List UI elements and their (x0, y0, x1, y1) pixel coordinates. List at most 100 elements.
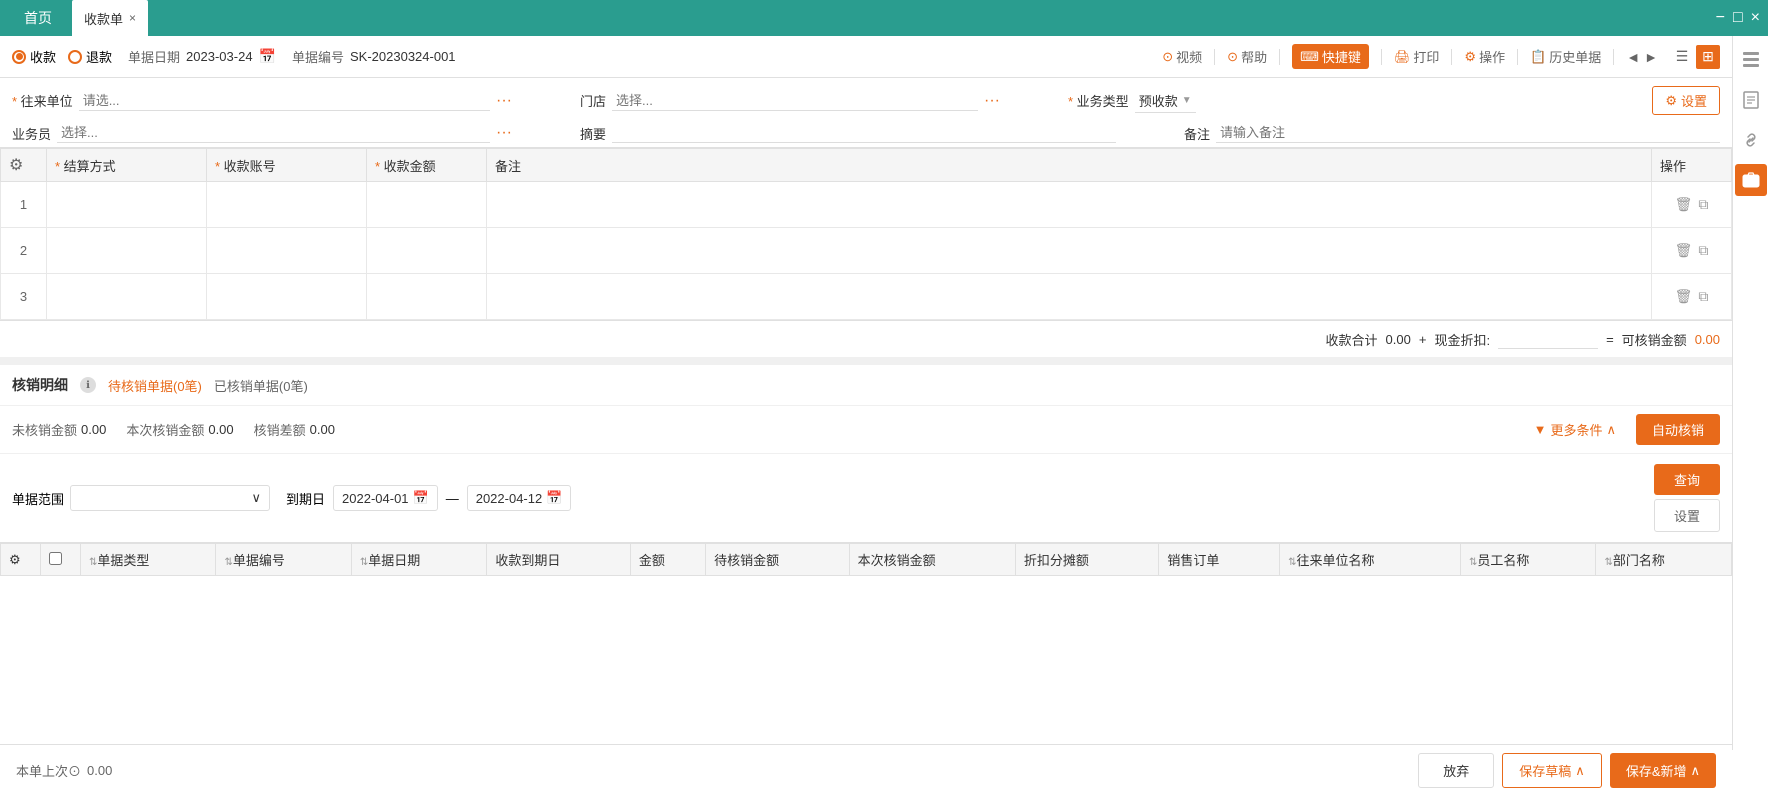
row-1-actions: 🗑 ⧉ (1652, 182, 1732, 228)
save-new-btn[interactable]: 保存&新增 ∧ (1610, 753, 1716, 788)
calendar-icon[interactable]: 📅 (259, 48, 276, 65)
tab-receipt[interactable]: 收款单 × (72, 0, 148, 36)
row-1-account[interactable] (207, 182, 367, 228)
window-close[interactable]: × (1751, 9, 1760, 27)
row-3-amount[interactable] (367, 274, 487, 320)
pending-tab[interactable]: 待核销单据(0笔) (108, 376, 202, 395)
row-3-settlement[interactable] (47, 274, 207, 320)
bottom-col-gear[interactable]: ⚙ (1, 544, 41, 576)
video-btn[interactable]: ⊙ 视频 (1162, 47, 1202, 66)
row-2-delete-icon[interactable]: 🗑 (1675, 242, 1693, 259)
toolbar-right: ⊙ 视频 ⊙ 帮助 ⌨ 快捷键 🖨 打印 (1162, 44, 1720, 69)
current-amount-value: 0.00 (208, 422, 233, 437)
col-settlement-header: * 结算方式 (47, 149, 207, 182)
window-maximize[interactable]: □ (1733, 9, 1743, 27)
form-area: * 往来单位 ··· 门店 ··· * 业务类型 (0, 78, 1732, 148)
shop-input[interactable] (612, 91, 978, 111)
grid-view-btn[interactable]: ⊞ (1696, 45, 1720, 69)
partner-input[interactable] (79, 91, 490, 111)
main-content: 收款 退款 单据日期 2023-03-24 📅 单据编号 SK-20230324… (0, 36, 1768, 796)
date-to-value: 2022-04-12 (476, 491, 543, 506)
select-all-checkbox[interactable] (49, 552, 62, 565)
table-row: 2 🗑 ⧉ (1, 228, 1732, 274)
col-action-header: 操作 (1652, 149, 1732, 182)
footer: 本单上次⊙ 0.00 放弃 保存草稿 ∧ 保存&新增 ∧ (0, 744, 1732, 796)
range-select[interactable]: ∨ (70, 485, 270, 511)
tab-close-icon[interactable]: × (129, 11, 136, 25)
print-btn[interactable]: 🖨 打印 (1394, 47, 1440, 66)
row-3-copy-icon[interactable]: ⧉ (1698, 288, 1708, 305)
shop-more-icon[interactable]: ··· (984, 92, 1000, 110)
sidebar-icon-table[interactable] (1735, 44, 1767, 76)
row-2-amount[interactable] (367, 228, 487, 274)
writeoff-settings-btn[interactable]: 设置 (1654, 499, 1720, 532)
remark-input[interactable] (1216, 123, 1720, 143)
video-icon: ⊙ (1162, 49, 1173, 65)
row-1-amount[interactable] (367, 182, 487, 228)
row-2-account[interactable] (207, 228, 367, 274)
row-3-delete-icon[interactable]: 🗑 (1675, 288, 1693, 305)
date-from-input[interactable]: 2022-04-01 📅 (333, 485, 438, 511)
nav-prev-btn[interactable]: ◄ (1626, 49, 1640, 65)
date-to-input[interactable]: 2022-04-12 📅 (467, 485, 572, 511)
row-2-copy-icon[interactable]: ⧉ (1698, 242, 1708, 259)
table-settings-icon[interactable]: ⚙ (9, 157, 23, 174)
bottom-col-checkbox[interactable] (41, 544, 81, 576)
abstract-input[interactable] (612, 123, 1116, 143)
salesperson-more-icon[interactable]: ··· (496, 124, 512, 142)
top-section: * 往来单位 ··· 门店 ··· * 业务类型 (0, 78, 1732, 361)
row-1-delete-icon[interactable]: 🗑 (1675, 196, 1693, 213)
sidebar-icon-camera[interactable] (1735, 164, 1767, 196)
window-minimize[interactable]: − (1716, 9, 1725, 27)
writeoff-title: 核销明细 (12, 375, 68, 395)
help-btn[interactable]: ⊙ 帮助 (1227, 47, 1267, 66)
bottom-col-partner: ⇅往来单位名称 (1280, 544, 1461, 576)
row-2-settlement[interactable] (47, 228, 207, 274)
bottom-table-settings-icon[interactable]: ⚙ (9, 552, 21, 567)
partner-more-icon[interactable]: ··· (496, 92, 512, 110)
discount-input[interactable] (1498, 329, 1598, 349)
sidebar-icon-doc[interactable] (1735, 84, 1767, 116)
list-view-btn[interactable]: ☰ (1670, 45, 1694, 69)
row-1-remark[interactable] (487, 182, 1652, 228)
more-conditions-btn[interactable]: ▼ 更多条件 ∧ (1534, 420, 1616, 439)
unverified-amount: 未核销金额 0.00 (12, 420, 106, 439)
row-1-copy-icon[interactable]: ⧉ (1698, 196, 1708, 213)
completed-tab[interactable]: 已核销单据(0笔) (214, 376, 308, 395)
toolbar: 收款 退款 单据日期 2023-03-24 📅 单据编号 SK-20230324… (0, 36, 1732, 78)
writeoff-stats: 未核销金额 0.00 本次核销金额 0.00 核销差额 0.00 ▼ 更多条件 … (0, 406, 1732, 454)
nav-group: ◄ ► (1626, 49, 1658, 65)
bottom-col-dept: ⇅部门名称 (1596, 544, 1732, 576)
shop-label: 门店 (580, 91, 606, 110)
partner-field: * 往来单位 ··· (12, 91, 512, 111)
nav-next-btn[interactable]: ► (1644, 49, 1658, 65)
business-type-select[interactable]: 预收款 ▼ (1135, 89, 1196, 113)
query-btn[interactable]: 查询 (1654, 464, 1720, 495)
operation-btn[interactable]: ⚙ 操作 (1464, 47, 1505, 66)
receipt-radio-circle (12, 50, 26, 64)
row-3-account[interactable] (207, 274, 367, 320)
salesperson-input[interactable] (57, 123, 490, 143)
row-2-remark[interactable] (487, 228, 1652, 274)
receipt-radio[interactable]: 收款 (12, 47, 56, 66)
col-gear[interactable]: ⚙ (1, 149, 47, 182)
bottom-col-employee: ⇅员工名称 (1461, 544, 1596, 576)
tab-bar: 首页 收款单 × − □ × (0, 0, 1768, 36)
row-1-settlement[interactable] (47, 182, 207, 228)
number-field: 单据编号 SK-20230324-001 (292, 47, 456, 66)
form-settings-btn[interactable]: ⚙ 设置 (1652, 86, 1720, 115)
shortcut-btn[interactable]: ⌨ 快捷键 (1292, 44, 1369, 69)
row-3-remark[interactable] (487, 274, 1652, 320)
sidebar-icon-link[interactable] (1735, 124, 1767, 156)
auto-writeoff-btn[interactable]: 自动核销 (1636, 414, 1720, 445)
save-draft-btn[interactable]: 保存草稿 ∧ (1502, 753, 1602, 788)
save-new-chevron-icon: ∧ (1690, 763, 1700, 779)
view-toggle: ☰ ⊞ (1670, 45, 1720, 69)
col-remark-header: 备注 (487, 149, 1652, 182)
tab-home[interactable]: 首页 (8, 0, 68, 36)
diff-amount: 核销差额 0.00 (254, 420, 335, 439)
history-btn[interactable]: 📋 历史单据 (1530, 47, 1601, 66)
writeoff-info-icon[interactable]: ℹ (80, 377, 96, 393)
refund-radio[interactable]: 退款 (68, 47, 112, 66)
discard-btn[interactable]: 放弃 (1418, 753, 1494, 788)
